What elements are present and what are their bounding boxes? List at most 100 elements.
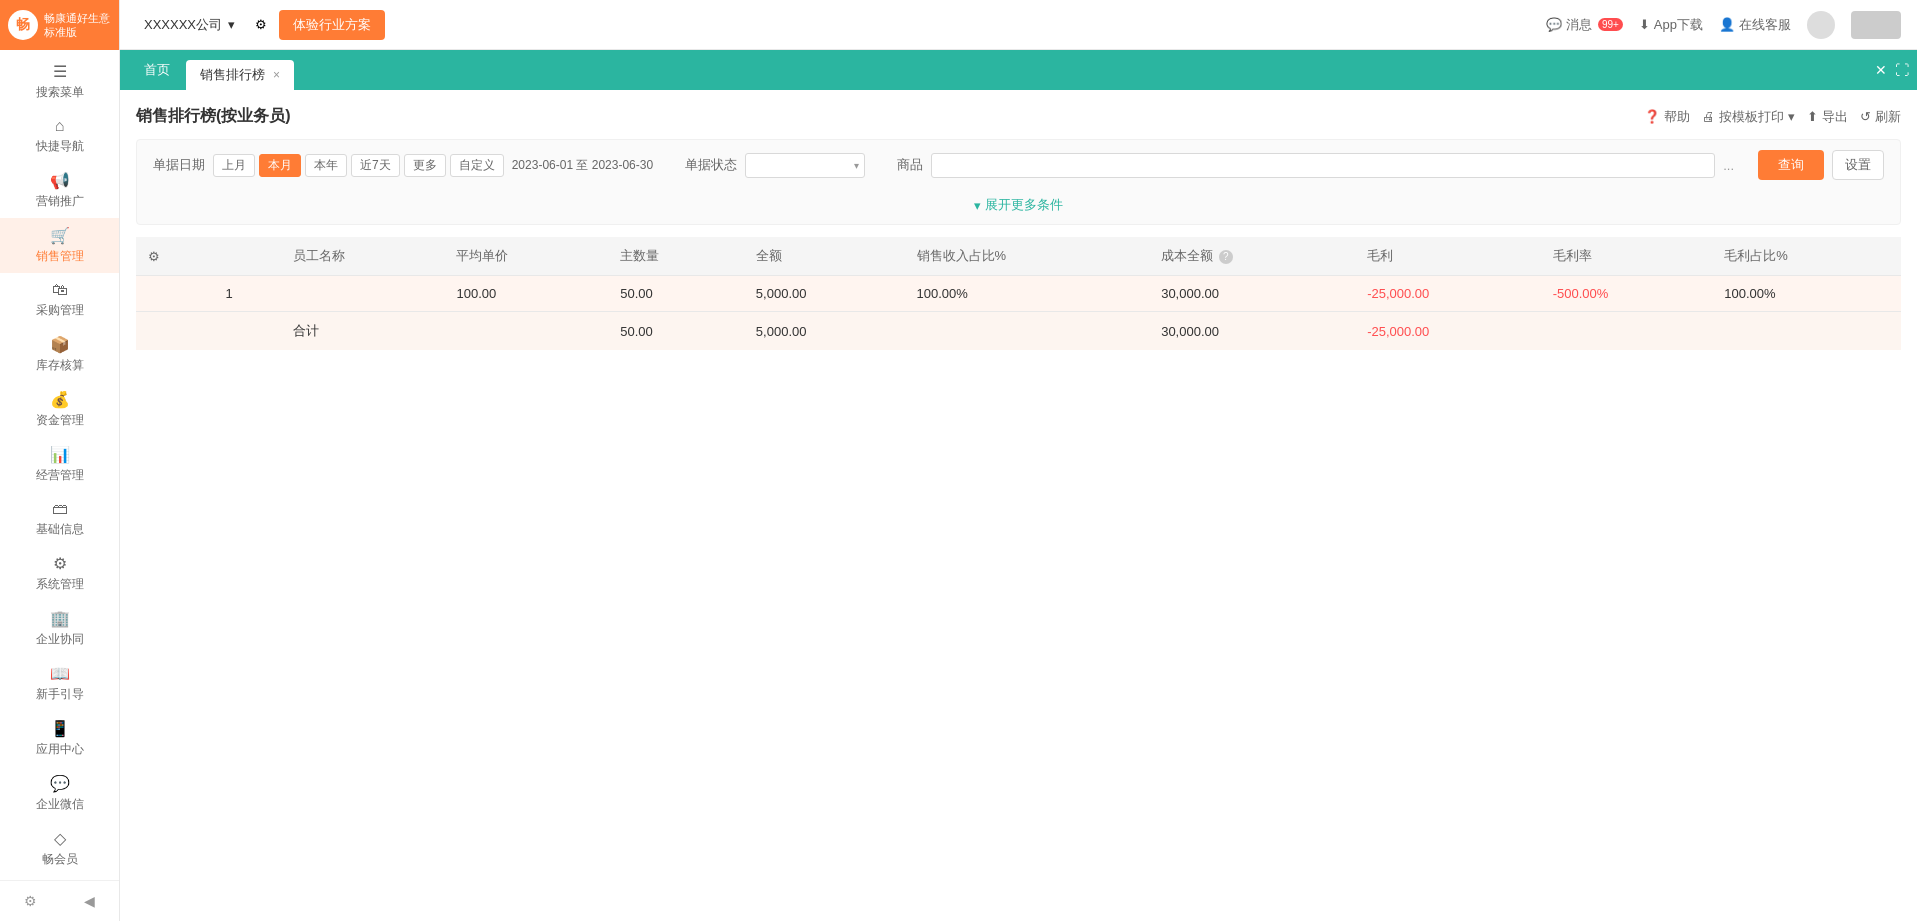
topbar: XXXXXX公司 ▾ ⚙ 体验行业方案 💬 消息 99+ ⬇ App下载 👤 在… [120, 0, 1917, 50]
sidebar-label-weixin: 企业微信 [36, 796, 84, 813]
tfoot-main-qty: 50.00 [608, 312, 744, 351]
settings-btn[interactable]: 设置 [1832, 150, 1884, 180]
th-avg-price: 平均单价 [444, 237, 608, 276]
sidebar-item-purchase[interactable]: 🛍采购管理 [0, 273, 119, 327]
sidebar-menu: ☰搜索菜单⌂快捷导航 📢 营销推广 🛒销售管理🛍采购管理📦库存核算💰资金管理 📊 经营管理… [0, 50, 119, 880]
goods-filter-label: 商品 [897, 156, 923, 174]
table-head: ⚙ 员工名称 平均单价 主数量 全额 销售收入占比% 成本全额 ? 毛利 [136, 237, 1901, 276]
goods-filter-group: 商品 ... [897, 153, 1734, 178]
status-filter-group: 单据状态 [685, 153, 865, 178]
avatar[interactable] [1807, 11, 1835, 39]
sidebar-item-collab[interactable]: 🏢企业协同 [0, 601, 119, 656]
tfoot-empty-1 [136, 312, 214, 351]
sidebar-icon-collab: 🏢 [50, 609, 70, 628]
td-gross-pct: 100.00% [1712, 276, 1901, 312]
refresh-btn[interactable]: ↺ 刷新 [1860, 108, 1901, 126]
sidebar-icon-marketing: 📢 [50, 171, 70, 190]
td-sales-pct: 100.00% [905, 276, 1150, 312]
sidebar-bottom: ⚙ ◀ [0, 880, 119, 921]
th-name: 员工名称 [281, 237, 445, 276]
app-version: 标准版 [44, 25, 110, 39]
data-table: ⚙ 员工名称 平均单价 主数量 全额 销售收入占比% 成本全额 ? 毛利 [136, 237, 1901, 350]
th-gross: 毛利 [1355, 237, 1541, 276]
page-actions: ❓ 帮助 🖨 按模板打印 ▾ ⬆ 导出 ↺ 刷新 [1644, 108, 1901, 126]
sidebar-item-marketing[interactable]: 📢 营销推广 [0, 163, 119, 218]
sidebar-item-sales[interactable]: 🛒销售管理 [0, 218, 119, 273]
online-service-btn[interactable]: 👤 在线客服 [1719, 16, 1791, 34]
print-icon: 🖨 [1702, 109, 1715, 124]
sidebar-collapse-icon[interactable]: ◀ [80, 889, 99, 913]
sidebar-item-system[interactable]: ⚙系统管理 [0, 546, 119, 601]
message-label: 消息 [1566, 16, 1592, 34]
date-btn-last-month[interactable]: 上月 [213, 154, 255, 177]
tab-close-window-icon[interactable]: ✕ [1875, 62, 1887, 78]
company-name: XXXXXX公司 [144, 16, 222, 34]
sidebar-label-purchase: 采购管理 [36, 302, 84, 319]
app-name: 畅康通好生意 [44, 11, 110, 25]
date-btn-this-year[interactable]: 本年 [305, 154, 347, 177]
export-btn[interactable]: ⬆ 导出 [1807, 108, 1848, 126]
message-icon: 💬 [1546, 17, 1562, 32]
sidebar: 畅 畅康通好生意 标准版 ☰搜索菜单⌂快捷导航📢营销推广🛒销售管理🛍采购管理📦库… [0, 0, 120, 921]
td-amount: 5,000.00 [744, 276, 905, 312]
date-btn-custom[interactable]: 自定义 [450, 154, 504, 177]
help-btn[interactable]: ❓ 帮助 [1644, 108, 1690, 126]
expand-more-btn[interactable]: ▾ 展开更多条件 [974, 196, 1063, 214]
td-name [281, 276, 445, 312]
sidebar-label-marketing: 营销推广 [36, 193, 84, 210]
status-select-wrapper [745, 153, 865, 178]
tfoot-gross: -25,000.00 [1355, 312, 1541, 351]
sidebar-icon-member: ◇ [54, 829, 66, 848]
service-icon: 👤 [1719, 17, 1735, 32]
sidebar-label-basic: 基础信息 [36, 521, 84, 538]
th-cost: 成本全额 ? [1149, 237, 1355, 276]
status-select[interactable] [745, 153, 865, 178]
sidebar-item-guide[interactable]: 📖新手引导 [0, 656, 119, 711]
table-foot: 合计 50.00 5,000.00 30,000.00 -25,000.00 [136, 312, 1901, 351]
sidebar-item-operation[interactable]: 📊 经营管理 [0, 437, 119, 492]
sidebar-icon-operation: 📊 [50, 445, 70, 464]
tab-expand-icon[interactable]: ⛶ [1895, 62, 1909, 78]
sidebar-item-member[interactable]: ◇畅会员 [0, 821, 119, 876]
template-print-btn[interactable]: 🖨 按模板打印 ▾ [1702, 108, 1795, 126]
filter-expand-row: ▾ 展开更多条件 [153, 188, 1884, 214]
sidebar-settings-icon[interactable]: ⚙ [20, 889, 41, 913]
tab-sales-ranking[interactable]: 销售排行榜 × [186, 60, 294, 90]
sidebar-item-finance[interactable]: 💰资金管理 [0, 382, 119, 437]
sidebar-item-weixin[interactable]: 💬企业微信 [0, 766, 119, 821]
td-avg-price: 100.00 [444, 276, 608, 312]
date-btn-this-month[interactable]: 本月 [259, 154, 301, 177]
sidebar-item-search[interactable]: ☰搜索菜单 [0, 54, 119, 109]
settings-gear-icon[interactable]: ⚙ [255, 17, 267, 32]
th-gross-rate: 毛利率 [1541, 237, 1713, 276]
company-dropdown-icon: ▾ [228, 17, 235, 32]
download-icon: ⬇ [1639, 17, 1650, 32]
app-download-btn[interactable]: ⬇ App下载 [1639, 16, 1703, 34]
goods-input[interactable] [931, 153, 1715, 178]
export-label: 导出 [1822, 108, 1848, 126]
cost-help-icon[interactable]: ? [1219, 250, 1233, 264]
date-filter-group: 单据日期 上月 本月 本年 近7天 更多 自定义 2023-06-01 至 20… [153, 154, 653, 177]
sidebar-label-operation: 经营管理 [36, 467, 84, 484]
date-btn-7days[interactable]: 近7天 [351, 154, 400, 177]
tfoot-amount: 5,000.00 [744, 312, 905, 351]
expand-label: 展开更多条件 [985, 196, 1063, 214]
sidebar-label-shortcut: 快捷导航 [36, 138, 84, 155]
sidebar-item-app[interactable]: 📱应用中心 [0, 711, 119, 766]
sidebar-item-basic[interactable]: 🗃基础信息 [0, 492, 119, 546]
tab-home[interactable]: 首页 [128, 50, 186, 90]
tab-close-icon[interactable]: × [273, 68, 280, 82]
company-selector[interactable]: XXXXXX公司 ▾ [136, 12, 243, 38]
sidebar-icon-guide: 📖 [50, 664, 70, 683]
query-btn[interactable]: 查询 [1758, 150, 1824, 180]
sidebar-icon-inventory: 📦 [50, 335, 70, 354]
sidebar-item-shortcut[interactable]: ⌂快捷导航 [0, 109, 119, 163]
th-settings[interactable]: ⚙ [136, 237, 214, 276]
tabbar: 首页 销售排行榜 × ✕ ⛶ [120, 50, 1917, 90]
table-footer-row: 合计 50.00 5,000.00 30,000.00 -25,000.00 [136, 312, 1901, 351]
trial-btn[interactable]: 体验行业方案 [279, 10, 385, 40]
goods-more-link[interactable]: ... [1723, 158, 1734, 173]
message-btn[interactable]: 💬 消息 99+ [1546, 16, 1623, 34]
date-btn-more[interactable]: 更多 [404, 154, 446, 177]
sidebar-item-inventory[interactable]: 📦库存核算 [0, 327, 119, 382]
